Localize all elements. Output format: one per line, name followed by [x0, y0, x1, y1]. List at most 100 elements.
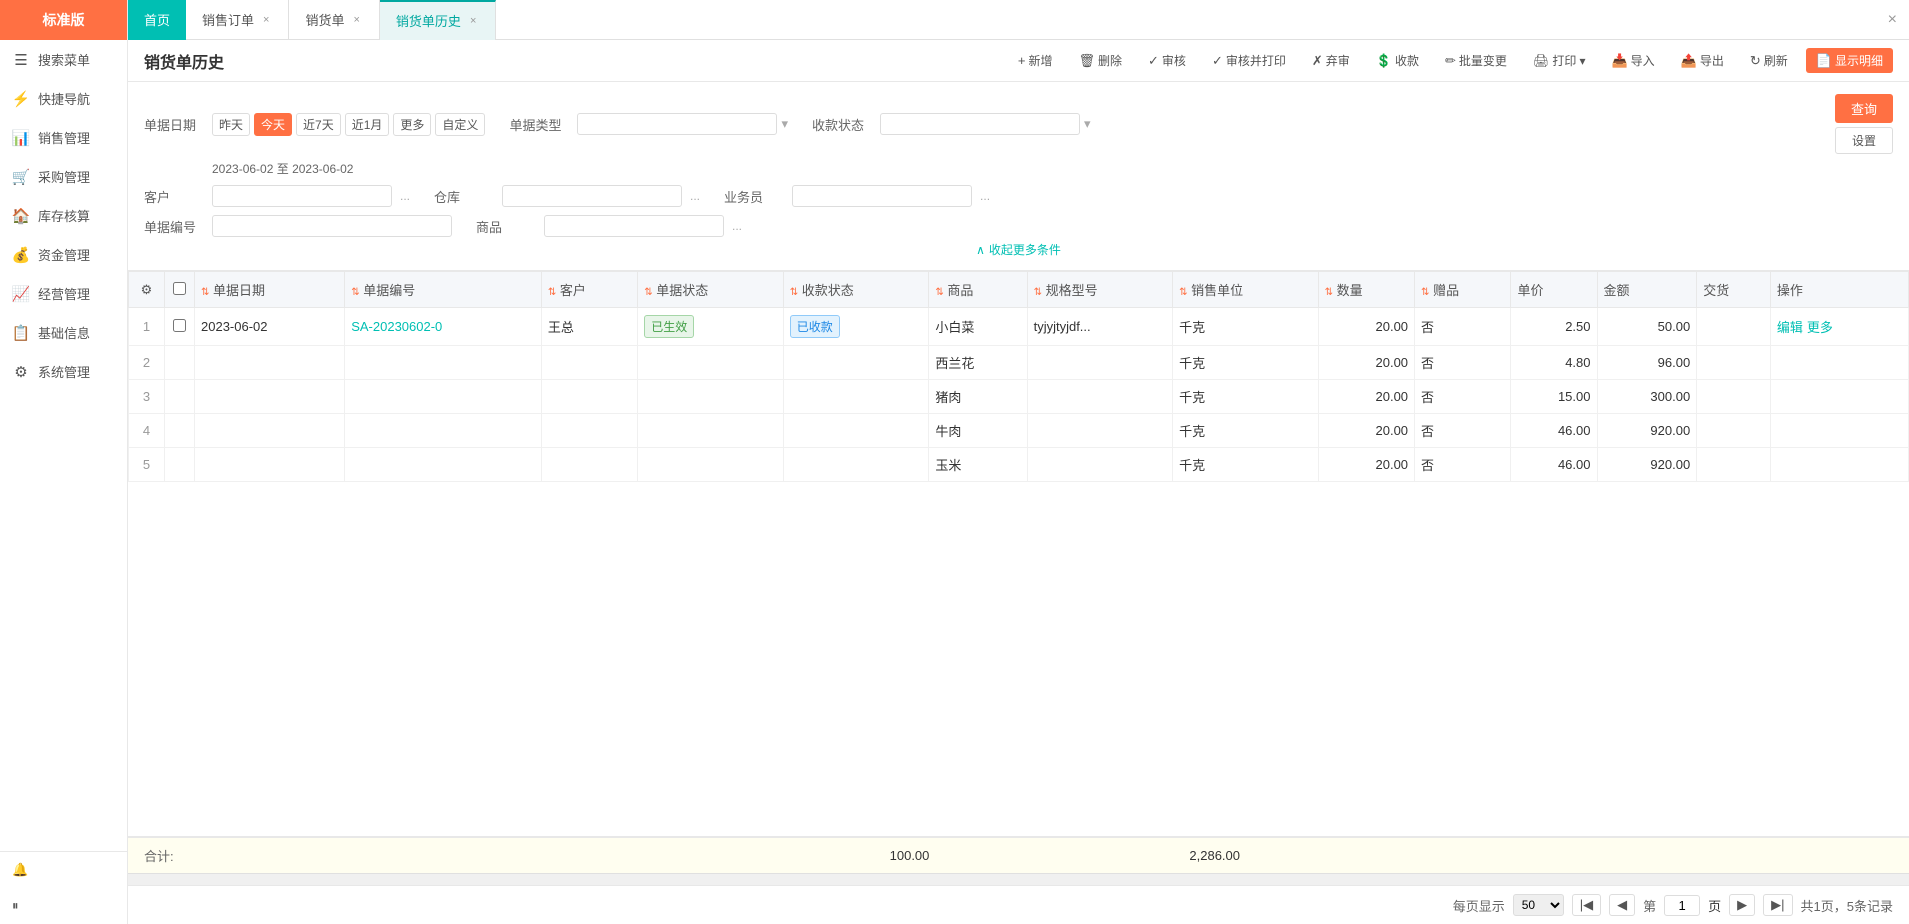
sales-order-tab-close[interactable]: × [260, 13, 272, 27]
review-button[interactable]: ✓ 审核 [1140, 48, 1194, 73]
customer-input[interactable] [212, 185, 392, 207]
sidebar-item-quick-nav[interactable]: ⚡ 快捷导航 [0, 79, 127, 118]
sales-order-tab-label: 销售订单 [202, 10, 254, 29]
tab-sales-order[interactable]: 销售订单 × [186, 0, 289, 40]
sidebar-item-sales-mgmt[interactable]: 📊 销售管理 [0, 118, 127, 157]
date-btn-more[interactable]: 更多 [393, 113, 431, 136]
abandon-button[interactable]: ✗ 弃审 [1304, 48, 1358, 73]
doc-no-label: 单据编号 [144, 217, 204, 236]
doc-type-input[interactable] [577, 113, 777, 135]
goods-ellipsis[interactable]: ... [732, 219, 742, 233]
row-doc-date [195, 346, 345, 380]
batch-change-button[interactable]: ✏ 批量变更 [1437, 48, 1515, 73]
sidebar-bottom-item-1[interactable]: 🔔 [0, 852, 127, 888]
next-page-btn[interactable]: ▶ [1729, 894, 1755, 916]
warehouse-ellipsis[interactable]: ... [690, 189, 700, 203]
goods-input[interactable] [544, 215, 724, 237]
col-goods[interactable]: ⇅ 商品 [929, 272, 1027, 308]
row-checkbox[interactable] [173, 319, 186, 332]
doc-no-input[interactable] [212, 215, 452, 237]
warehouse-input[interactable] [502, 185, 682, 207]
add-button[interactable]: + 新增 [1010, 48, 1061, 73]
col-gift[interactable]: ⇅ 赠品 [1415, 272, 1511, 308]
customer-ellipsis[interactable]: ... [400, 189, 410, 203]
sidebar-item-label: 基础信息 [38, 323, 90, 342]
col-sale-unit[interactable]: ⇅ 销售单位 [1173, 272, 1319, 308]
select-all-checkbox[interactable] [173, 282, 186, 295]
more-link[interactable]: 更多 [1807, 320, 1833, 335]
tab-bar-close-btn[interactable]: × [1876, 11, 1909, 29]
collect-button[interactable]: 💲 收款 [1368, 48, 1427, 73]
pagination: 每页显示 50 100 200 |◀ ◀ 第 页 ▶ ▶| 共1页，5条记录 [128, 885, 1909, 924]
print-button[interactable]: 🖨 打印 ▾ [1525, 48, 1594, 73]
refresh-button[interactable]: ↻ 刷新 [1742, 48, 1796, 73]
sidebar-item-base-info[interactable]: 📋 基础信息 [0, 313, 127, 352]
col-doc-no[interactable]: ⇅ 单据编号 [345, 272, 542, 308]
row-num: 1 [129, 308, 165, 346]
sales-delivery-tab-close[interactable]: × [350, 13, 362, 27]
row-customer [541, 346, 637, 380]
sidebar-item-finance[interactable]: 💰 资金管理 [0, 235, 127, 274]
edit-link[interactable]: 编辑 [1777, 320, 1803, 335]
row-collect-status [783, 414, 929, 448]
current-page-input[interactable] [1664, 895, 1700, 916]
collect-status-input[interactable] [880, 113, 1080, 135]
date-range-from-to: 2023-06-02 至 2023-06-02 [212, 162, 353, 176]
col-qty[interactable]: ⇅ 数量 [1318, 272, 1414, 308]
col-collect-status[interactable]: ⇅ 收款状态 [783, 272, 929, 308]
export-button[interactable]: 📤 导出 [1673, 48, 1732, 73]
tab-sales-delivery[interactable]: 销货单 × [289, 0, 379, 40]
col-spec[interactable]: ⇅ 规格型号 [1027, 272, 1173, 308]
date-btn-custom[interactable]: 自定义 [435, 113, 485, 136]
row-unit-price: 46.00 [1511, 414, 1597, 448]
date-btn-yesterday[interactable]: 昨天 [212, 113, 250, 136]
row-qty: 20.00 [1318, 346, 1414, 380]
prev-page-btn[interactable]: ◀ [1609, 894, 1635, 916]
date-btn-7days[interactable]: 近7天 [296, 113, 341, 136]
last-page-btn[interactable]: ▶| [1763, 894, 1792, 916]
salesperson-ellipsis[interactable]: ... [980, 189, 990, 203]
collapse-button[interactable]: ∧ 收起更多条件 [144, 241, 1893, 258]
import-button[interactable]: 📥 导入 [1603, 48, 1662, 73]
settings-icon[interactable]: ⚙ [141, 282, 153, 297]
sales-history-tab-close[interactable]: × [467, 14, 479, 28]
date-btn-today[interactable]: 今天 [254, 113, 292, 136]
row-goods: 牛肉 [929, 414, 1027, 448]
col-doc-status[interactable]: ⇅ 单据状态 [638, 272, 784, 308]
sidebar: 标准版 ☰ 搜索菜单 ⚡ 快捷导航 📊 销售管理 🛒 采购管理 🏠 库存核算 💰… [0, 0, 128, 924]
review-print-button[interactable]: ✓ 审核并打印 [1204, 48, 1294, 73]
row-doc-status: 已生效 [638, 308, 784, 346]
set-button[interactable]: 设置 [1835, 127, 1893, 154]
date-btn-1month[interactable]: 近1月 [345, 113, 390, 136]
row-qty: 20.00 [1318, 308, 1414, 346]
sidebar-item-sys-mgmt[interactable]: ⚙ 系统管理 [0, 352, 127, 391]
page-size-select[interactable]: 50 100 200 [1513, 894, 1564, 916]
sidebar-item-search-menu[interactable]: ☰ 搜索菜单 [0, 40, 127, 79]
row-collect-status [783, 346, 929, 380]
sidebar-item-inventory[interactable]: 🏠 库存核算 [0, 196, 127, 235]
row-doc-status [638, 448, 784, 482]
first-page-btn[interactable]: |◀ [1572, 894, 1601, 916]
query-button[interactable]: 查询 [1835, 94, 1893, 123]
sidebar-bottom-item-2[interactable]: ⏸ [0, 888, 127, 924]
col-doc-date[interactable]: ⇅ 单据日期 [195, 272, 345, 308]
row-gift: 否 [1415, 308, 1511, 346]
horizontal-scroll[interactable] [128, 873, 1909, 885]
sidebar-item-operations[interactable]: 📈 经营管理 [0, 274, 127, 313]
row-action: 编辑更多 [1770, 308, 1908, 346]
inventory-icon: 🏠 [12, 207, 30, 225]
salesperson-input[interactable] [792, 185, 972, 207]
tab-home[interactable]: 首页 [128, 0, 186, 40]
delete-button[interactable]: 🗑 删除 [1070, 48, 1130, 73]
sort-icon: ⇅ [548, 287, 556, 298]
home-tab-label: 首页 [144, 10, 170, 29]
sidebar-item-purchase-mgmt[interactable]: 🛒 采购管理 [0, 157, 127, 196]
refresh-icon: ↻ [1750, 53, 1761, 69]
row-unit-price: 46.00 [1511, 448, 1597, 482]
col-settings[interactable]: ⚙ [129, 272, 165, 308]
sidebar-item-label: 销售管理 [38, 128, 90, 147]
show-detail-button[interactable]: 📄 显示明细 [1806, 48, 1893, 73]
col-customer[interactable]: ⇅ 客户 [541, 272, 637, 308]
quick-nav-icon: ⚡ [12, 90, 30, 108]
tab-sales-history[interactable]: 销货单历史 × [380, 0, 496, 40]
